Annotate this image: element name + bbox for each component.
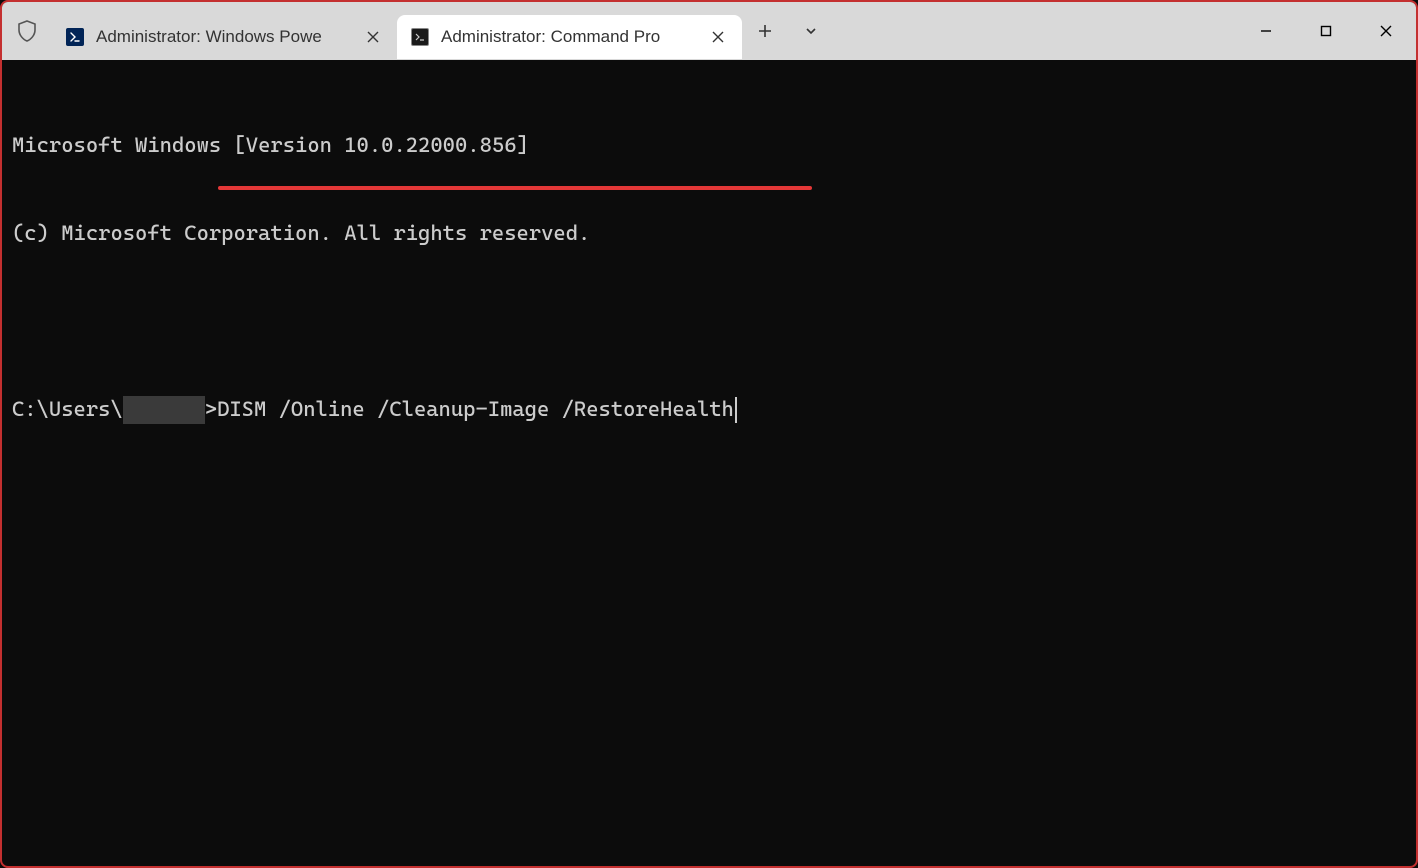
maximize-button[interactable] <box>1296 2 1356 60</box>
titlebar-left: Administrator: Windows Powe Administrato… <box>2 2 1236 60</box>
new-tab-button[interactable] <box>742 2 788 60</box>
command-text: DISM /Online /Cleanup-Image /RestoreHeal… <box>217 395 734 424</box>
text-cursor <box>735 397 737 423</box>
redacted-username <box>123 396 205 424</box>
minimize-button[interactable] <box>1236 2 1296 60</box>
close-icon[interactable] <box>708 27 728 47</box>
tab-command-prompt[interactable]: Administrator: Command Pro <box>397 15 742 59</box>
terminal-line: Microsoft Windows [Version 10.0.22000.85… <box>12 131 1406 160</box>
powershell-icon <box>66 28 84 46</box>
tab-dropdown-button[interactable] <box>788 2 834 60</box>
window-controls <box>1236 2 1416 60</box>
tab-powershell[interactable]: Administrator: Windows Powe <box>52 15 397 59</box>
terminal-output[interactable]: Microsoft Windows [Version 10.0.22000.85… <box>2 60 1416 495</box>
prompt-prefix: C:\Users\ <box>12 395 123 424</box>
close-window-button[interactable] <box>1356 2 1416 60</box>
terminal-prompt-line: C:\Users\ >DISM /Online /Cleanup-Image /R… <box>12 395 1406 424</box>
prompt-suffix: > <box>205 395 217 424</box>
tab-label: Administrator: Command Pro <box>441 27 696 47</box>
terminal-blank-line <box>12 307 1406 336</box>
tab-label: Administrator: Windows Powe <box>96 27 351 47</box>
shield-icon <box>2 2 52 60</box>
annotation-underline <box>218 186 812 190</box>
titlebar: Administrator: Windows Powe Administrato… <box>2 2 1416 60</box>
cmd-icon <box>411 28 429 46</box>
close-icon[interactable] <box>363 27 383 47</box>
terminal-line: (c) Microsoft Corporation. All rights re… <box>12 219 1406 248</box>
